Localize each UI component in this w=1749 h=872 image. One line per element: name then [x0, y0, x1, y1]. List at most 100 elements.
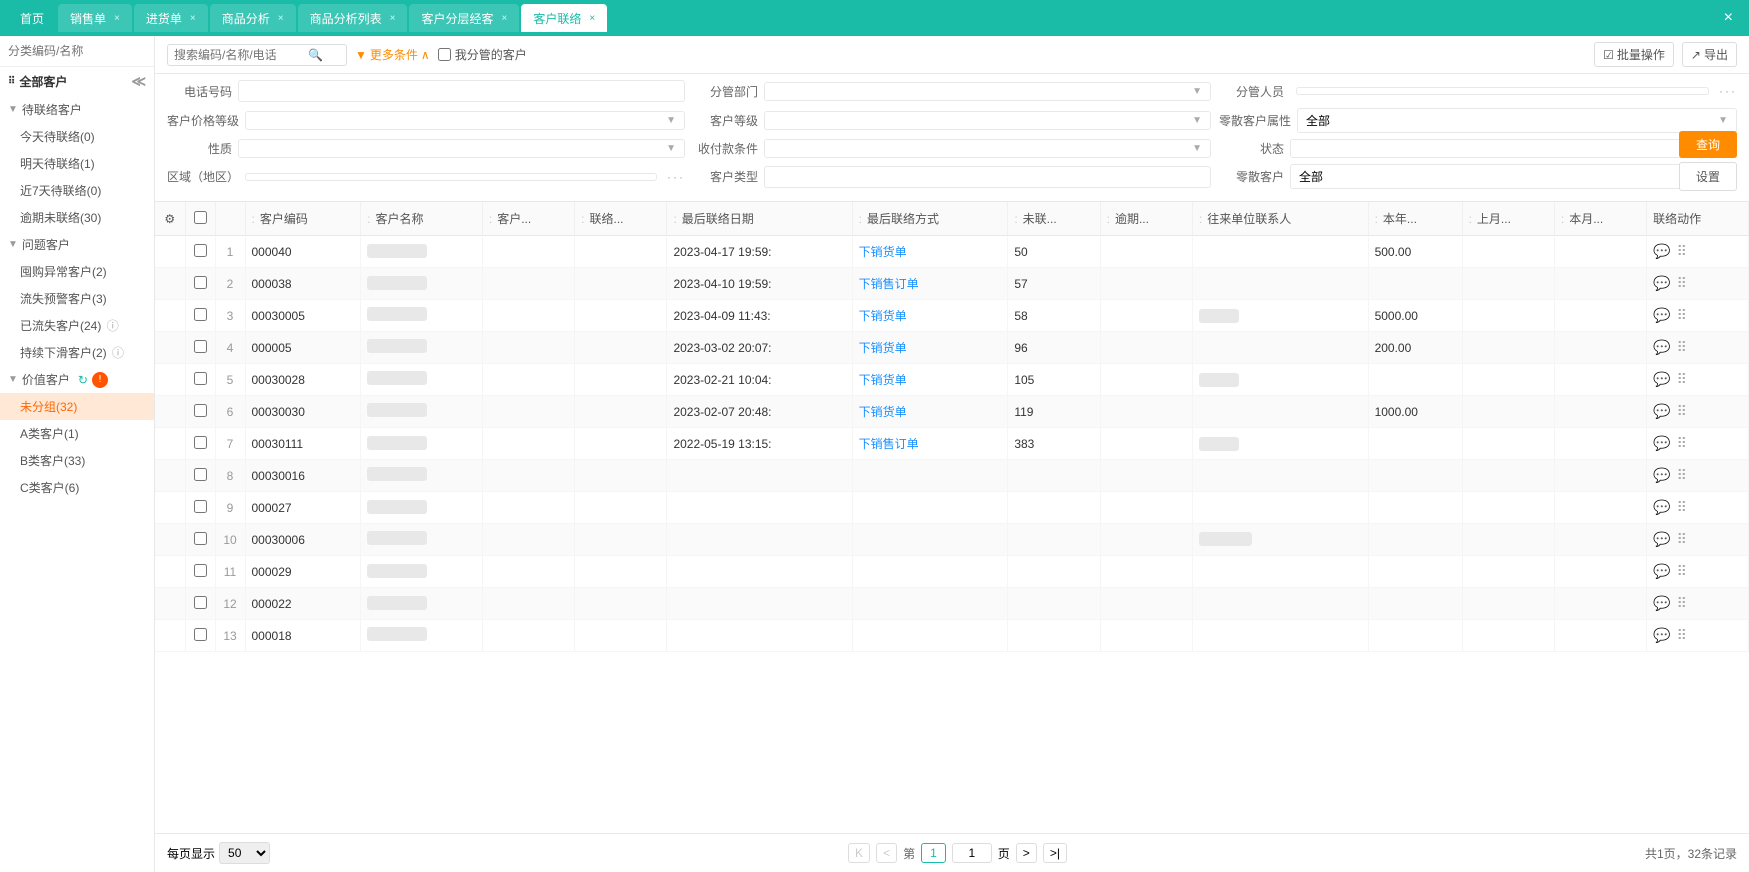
tab-sales-close[interactable]: × — [114, 13, 120, 24]
export-button[interactable]: ↗ 导出 — [1682, 42, 1737, 67]
more-action-icon-4[interactable]: ⠿ — [1677, 371, 1687, 388]
row-checkbox-10[interactable] — [194, 564, 207, 577]
more-action-icon-9[interactable]: ⠿ — [1677, 531, 1687, 548]
method-link-6[interactable]: 下销售订单 — [859, 437, 919, 451]
sidebar-item-hoard-anomaly[interactable]: 囤购异常客户(2) — [0, 258, 154, 285]
more-action-icon-2[interactable]: ⠿ — [1677, 307, 1687, 324]
reset-button[interactable]: 设置 — [1679, 162, 1737, 191]
filter-status-select[interactable]: ▼ — [1290, 139, 1737, 158]
row-checkbox-2[interactable] — [194, 308, 207, 321]
col-overdue[interactable]: :逾期... — [1100, 202, 1192, 236]
cell-last-method-4[interactable]: 下销货单 — [852, 364, 1008, 396]
more-action-icon-10[interactable]: ⠿ — [1677, 563, 1687, 580]
chat-icon-0[interactable]: 💬 — [1653, 243, 1670, 260]
method-link-5[interactable]: 下销货单 — [859, 405, 907, 419]
my-customers-check[interactable] — [438, 48, 451, 61]
more-action-icon-11[interactable]: ⠿ — [1677, 595, 1687, 612]
dots-icon[interactable]: ··· — [1719, 84, 1737, 98]
tab-customer-segment[interactable]: 客户分层经客 × — [409, 4, 519, 32]
tab-purchase[interactable]: 进货单 × — [134, 4, 208, 32]
method-link-3[interactable]: 下销货单 — [859, 341, 907, 355]
sidebar-search-input[interactable] — [8, 44, 155, 58]
row-checkbox-12[interactable] — [194, 628, 207, 641]
chat-icon-4[interactable]: 💬 — [1653, 371, 1670, 388]
filter-region-select[interactable] — [245, 173, 657, 181]
tab-product-analysis-list-close[interactable]: × — [390, 13, 396, 24]
more-action-icon-0[interactable]: ⠿ — [1677, 243, 1687, 260]
cell-last-method-2[interactable]: 下销货单 — [852, 300, 1008, 332]
chat-icon-3[interactable]: 💬 — [1653, 339, 1670, 356]
row-checkbox-5[interactable] — [194, 404, 207, 417]
close-all-button[interactable]: × — [1716, 9, 1741, 27]
more-action-icon-8[interactable]: ⠿ — [1677, 499, 1687, 516]
chat-icon-8[interactable]: 💬 — [1653, 499, 1670, 516]
refresh-icon[interactable]: ↻ — [78, 373, 88, 387]
cell-checkbox-3[interactable] — [185, 332, 215, 364]
per-page-dropdown[interactable]: 50 100 200 — [219, 842, 270, 864]
tab-purchase-close[interactable]: × — [190, 13, 196, 24]
sidebar-item-churn-warning[interactable]: 流失预警客户(3) — [0, 285, 154, 312]
sidebar-item-overdue[interactable]: 逾期未联络(30) — [0, 204, 154, 231]
sidebar-item-class-a[interactable]: A类客户(1) — [0, 420, 154, 447]
sidebar-group-value[interactable]: ▼ 价值客户 ↻ ! — [0, 366, 154, 393]
cell-last-method-1[interactable]: 下销售订单 — [852, 268, 1008, 300]
cell-checkbox-7[interactable] — [185, 460, 215, 492]
col-contact[interactable]: :联络... — [575, 202, 667, 236]
cell-checkbox-10[interactable] — [185, 556, 215, 588]
col-this-year[interactable]: :本年... — [1368, 202, 1462, 236]
row-checkbox-6[interactable] — [194, 436, 207, 449]
col-type[interactable]: :客户... — [482, 202, 574, 236]
cell-last-method-5[interactable]: 下销货单 — [852, 396, 1008, 428]
page-input[interactable] — [952, 843, 992, 863]
sidebar-item-class-c[interactable]: C类客户(6) — [0, 474, 154, 501]
filter-payment-select[interactable]: ▼ — [764, 139, 1211, 158]
sidebar-item-churned[interactable]: 已流失客户(24) ⓘ — [0, 312, 154, 339]
filter-scatter-cust-select[interactable]: 全部 ▼ — [1290, 164, 1737, 189]
row-checkbox-8[interactable] — [194, 500, 207, 513]
col-checkbox-all[interactable] — [185, 202, 215, 236]
next-page-button[interactable]: > — [1016, 843, 1037, 863]
method-link-2[interactable]: 下销货单 — [859, 309, 907, 323]
more-action-icon-5[interactable]: ⠿ — [1677, 403, 1687, 420]
cell-last-method-9[interactable] — [852, 524, 1008, 556]
method-link-0[interactable]: 下销货单 — [859, 245, 907, 259]
col-name[interactable]: :客户名称 — [361, 202, 483, 236]
first-page-button[interactable]: K — [848, 843, 870, 863]
sidebar-item-tomorrow-pending[interactable]: 明天待联络(1) — [0, 150, 154, 177]
row-checkbox-11[interactable] — [194, 596, 207, 609]
more-action-icon-1[interactable]: ⠿ — [1677, 275, 1687, 292]
filter-customer-level-select[interactable]: ▼ — [764, 111, 1211, 130]
cell-last-method-8[interactable] — [852, 492, 1008, 524]
filter-cust-type-input[interactable] — [764, 166, 1211, 188]
cell-last-method-10[interactable] — [852, 556, 1008, 588]
main-search-input[interactable] — [174, 48, 304, 62]
tab-sales[interactable]: 销售单 × — [58, 4, 132, 32]
chat-icon-9[interactable]: 💬 — [1653, 531, 1670, 548]
prev-page-button[interactable]: < — [876, 843, 897, 863]
filter-dept-select[interactable]: ▼ — [764, 82, 1211, 101]
row-checkbox-4[interactable] — [194, 372, 207, 385]
col-unit-contact[interactable]: :往来单位联系人 — [1192, 202, 1368, 236]
more-action-icon-7[interactable]: ⠿ — [1677, 467, 1687, 484]
batch-op-button[interactable]: ☑ 批量操作 — [1594, 42, 1674, 67]
last-page-button[interactable]: >| — [1043, 843, 1067, 863]
more-action-icon-12[interactable]: ⠿ — [1677, 627, 1687, 644]
chat-icon-5[interactable]: 💬 — [1653, 403, 1670, 420]
sidebar-item-today-pending[interactable]: 今天待联络(0) — [0, 123, 154, 150]
sidebar-item-declining[interactable]: 持续下滑客户(2) ⓘ — [0, 339, 154, 366]
cell-last-method-12[interactable] — [852, 620, 1008, 652]
chat-icon-1[interactable]: 💬 — [1653, 275, 1670, 292]
cell-checkbox-6[interactable] — [185, 428, 215, 460]
filter-scatter-attr-select[interactable]: 全部 ▼ — [1297, 108, 1737, 133]
chat-icon-12[interactable]: 💬 — [1653, 627, 1670, 644]
col-last-method[interactable]: :最后联络方式 — [852, 202, 1008, 236]
cell-checkbox-9[interactable] — [185, 524, 215, 556]
cell-checkbox-11[interactable] — [185, 588, 215, 620]
cell-last-method-6[interactable]: 下销售订单 — [852, 428, 1008, 460]
more-conditions-button[interactable]: ▼ 更多条件 ∧ — [355, 46, 430, 63]
row-checkbox-1[interactable] — [194, 276, 207, 289]
col-code[interactable]: :客户编码 — [245, 202, 361, 236]
col-last-date[interactable]: :最后联络日期 — [667, 202, 852, 236]
cell-last-method-0[interactable]: 下销货单 — [852, 236, 1008, 268]
col-not-linked[interactable]: :未联... — [1008, 202, 1100, 236]
